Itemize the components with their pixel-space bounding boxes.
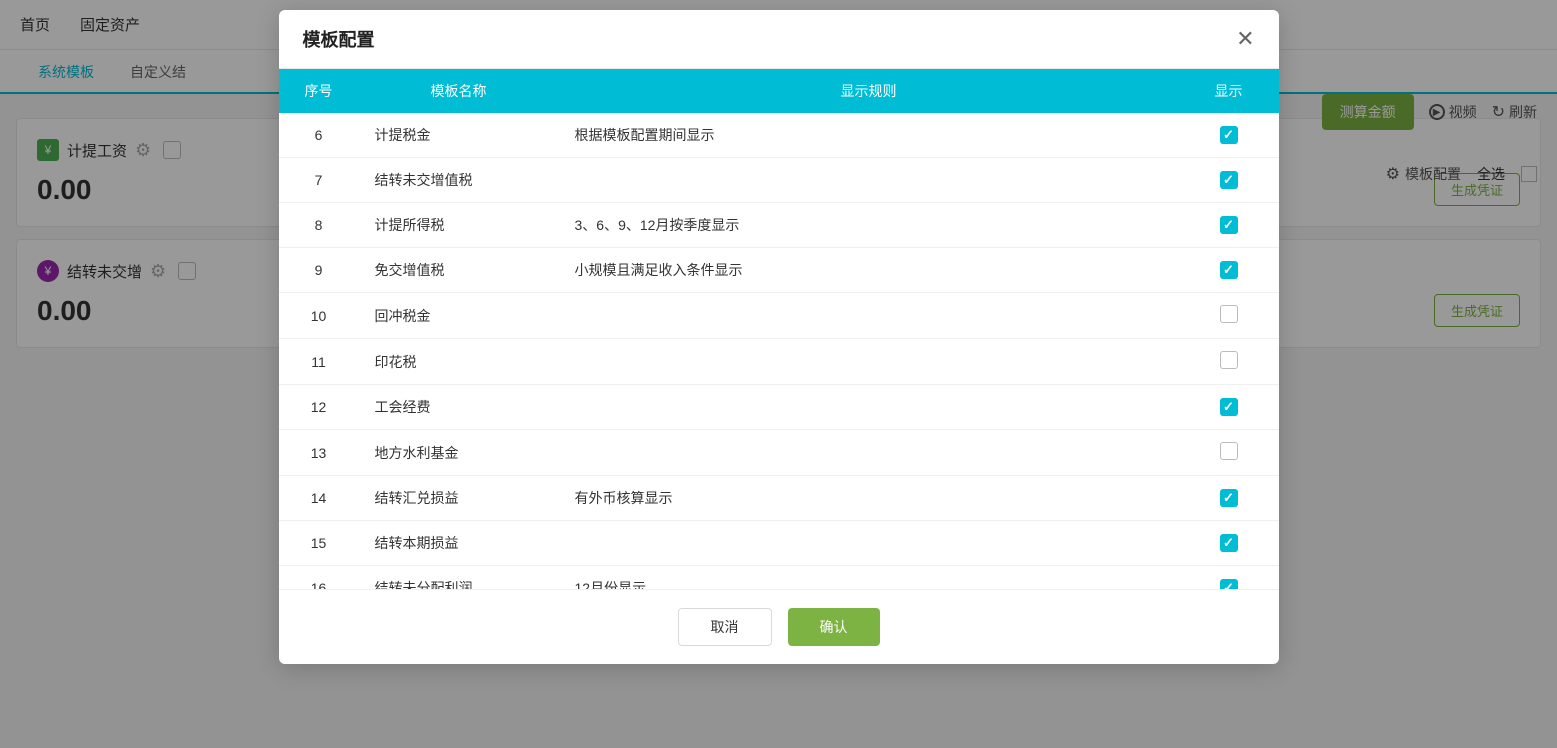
modal-table-scroll[interactable]: 序号 模板名称 显示规则 显示 6计提税金根据模板配置期间显示7结转未交增值税8… xyxy=(279,69,1279,589)
modal-footer: 取消 确认 xyxy=(279,589,1279,664)
row-id: 14 xyxy=(279,476,359,521)
row-display xyxy=(1179,339,1279,385)
row-rule: 根据模板配置期间显示 xyxy=(559,113,1179,158)
table-row: 10回冲税金 xyxy=(279,293,1279,339)
col-header-id: 序号 xyxy=(279,69,359,113)
table-row: 14结转汇兑损益有外币核算显示 xyxy=(279,476,1279,521)
table-row: 13地方水利基金 xyxy=(279,430,1279,476)
table-row: 8计提所得税3、6、9、12月按季度显示 xyxy=(279,203,1279,248)
row-display xyxy=(1179,248,1279,293)
display-checkbox[interactable] xyxy=(1220,489,1238,507)
modal-close-button[interactable]: ✕ xyxy=(1236,28,1254,50)
row-id: 6 xyxy=(279,113,359,158)
table-row: 9免交增值税小规模且满足收入条件显示 xyxy=(279,248,1279,293)
row-display xyxy=(1179,521,1279,566)
col-header-display: 显示 xyxy=(1179,69,1279,113)
row-name: 结转未交增值税 xyxy=(359,158,559,203)
row-display xyxy=(1179,385,1279,430)
row-name: 地方水利基金 xyxy=(359,430,559,476)
row-rule xyxy=(559,293,1179,339)
table-row: 11印花税 xyxy=(279,339,1279,385)
row-name: 计提所得税 xyxy=(359,203,559,248)
row-name: 计提税金 xyxy=(359,113,559,158)
row-id: 9 xyxy=(279,248,359,293)
confirm-button[interactable]: 确认 xyxy=(788,608,880,646)
row-name: 免交增值税 xyxy=(359,248,559,293)
row-name: 结转汇兑损益 xyxy=(359,476,559,521)
table-row: 6计提税金根据模板配置期间显示 xyxy=(279,113,1279,158)
table-row: 16结转未分配利润12月份显示 xyxy=(279,566,1279,590)
table-row: 12工会经费 xyxy=(279,385,1279,430)
row-id: 13 xyxy=(279,430,359,476)
row-display xyxy=(1179,566,1279,590)
col-header-rule: 显示规则 xyxy=(559,69,1179,113)
row-id: 10 xyxy=(279,293,359,339)
row-rule xyxy=(559,430,1179,476)
display-checkbox[interactable] xyxy=(1220,579,1238,589)
modal-title: 模板配置 xyxy=(303,26,375,52)
display-checkbox[interactable] xyxy=(1220,305,1238,323)
row-display xyxy=(1179,293,1279,339)
row-display xyxy=(1179,203,1279,248)
row-name: 结转未分配利润 xyxy=(359,566,559,590)
template-table: 序号 模板名称 显示规则 显示 6计提税金根据模板配置期间显示7结转未交增值税8… xyxy=(279,69,1279,589)
row-name: 结转本期损益 xyxy=(359,521,559,566)
row-display xyxy=(1179,476,1279,521)
row-display xyxy=(1179,113,1279,158)
display-checkbox[interactable] xyxy=(1220,216,1238,234)
display-checkbox[interactable] xyxy=(1220,442,1238,460)
template-config-modal: 模板配置 ✕ 序号 模板名称 显示规则 显示 6计提税金根据模板配置期间显示7结… xyxy=(279,10,1279,664)
row-id: 16 xyxy=(279,566,359,590)
row-id: 15 xyxy=(279,521,359,566)
row-rule: 有外币核算显示 xyxy=(559,476,1179,521)
col-header-name: 模板名称 xyxy=(359,69,559,113)
row-rule: 3、6、9、12月按季度显示 xyxy=(559,203,1179,248)
display-checkbox[interactable] xyxy=(1220,398,1238,416)
row-rule xyxy=(559,158,1179,203)
row-name: 印花税 xyxy=(359,339,559,385)
display-checkbox[interactable] xyxy=(1220,534,1238,552)
display-checkbox[interactable] xyxy=(1220,351,1238,369)
row-id: 8 xyxy=(279,203,359,248)
cancel-button[interactable]: 取消 xyxy=(678,608,772,646)
display-checkbox[interactable] xyxy=(1220,261,1238,279)
row-id: 12 xyxy=(279,385,359,430)
row-id: 11 xyxy=(279,339,359,385)
row-id: 7 xyxy=(279,158,359,203)
row-name: 回冲税金 xyxy=(359,293,559,339)
row-rule xyxy=(559,521,1179,566)
row-rule: 小规模且满足收入条件显示 xyxy=(559,248,1179,293)
row-name: 工会经费 xyxy=(359,385,559,430)
row-rule: 12月份显示 xyxy=(559,566,1179,590)
display-checkbox[interactable] xyxy=(1220,126,1238,144)
row-rule xyxy=(559,339,1179,385)
table-row: 7结转未交增值税 xyxy=(279,158,1279,203)
row-rule xyxy=(559,385,1179,430)
row-display xyxy=(1179,158,1279,203)
modal-header: 模板配置 ✕ xyxy=(279,10,1279,69)
row-display xyxy=(1179,430,1279,476)
modal-overlay: 模板配置 ✕ 序号 模板名称 显示规则 显示 6计提税金根据模板配置期间显示7结… xyxy=(0,0,1557,748)
display-checkbox[interactable] xyxy=(1220,171,1238,189)
table-row: 15结转本期损益 xyxy=(279,521,1279,566)
